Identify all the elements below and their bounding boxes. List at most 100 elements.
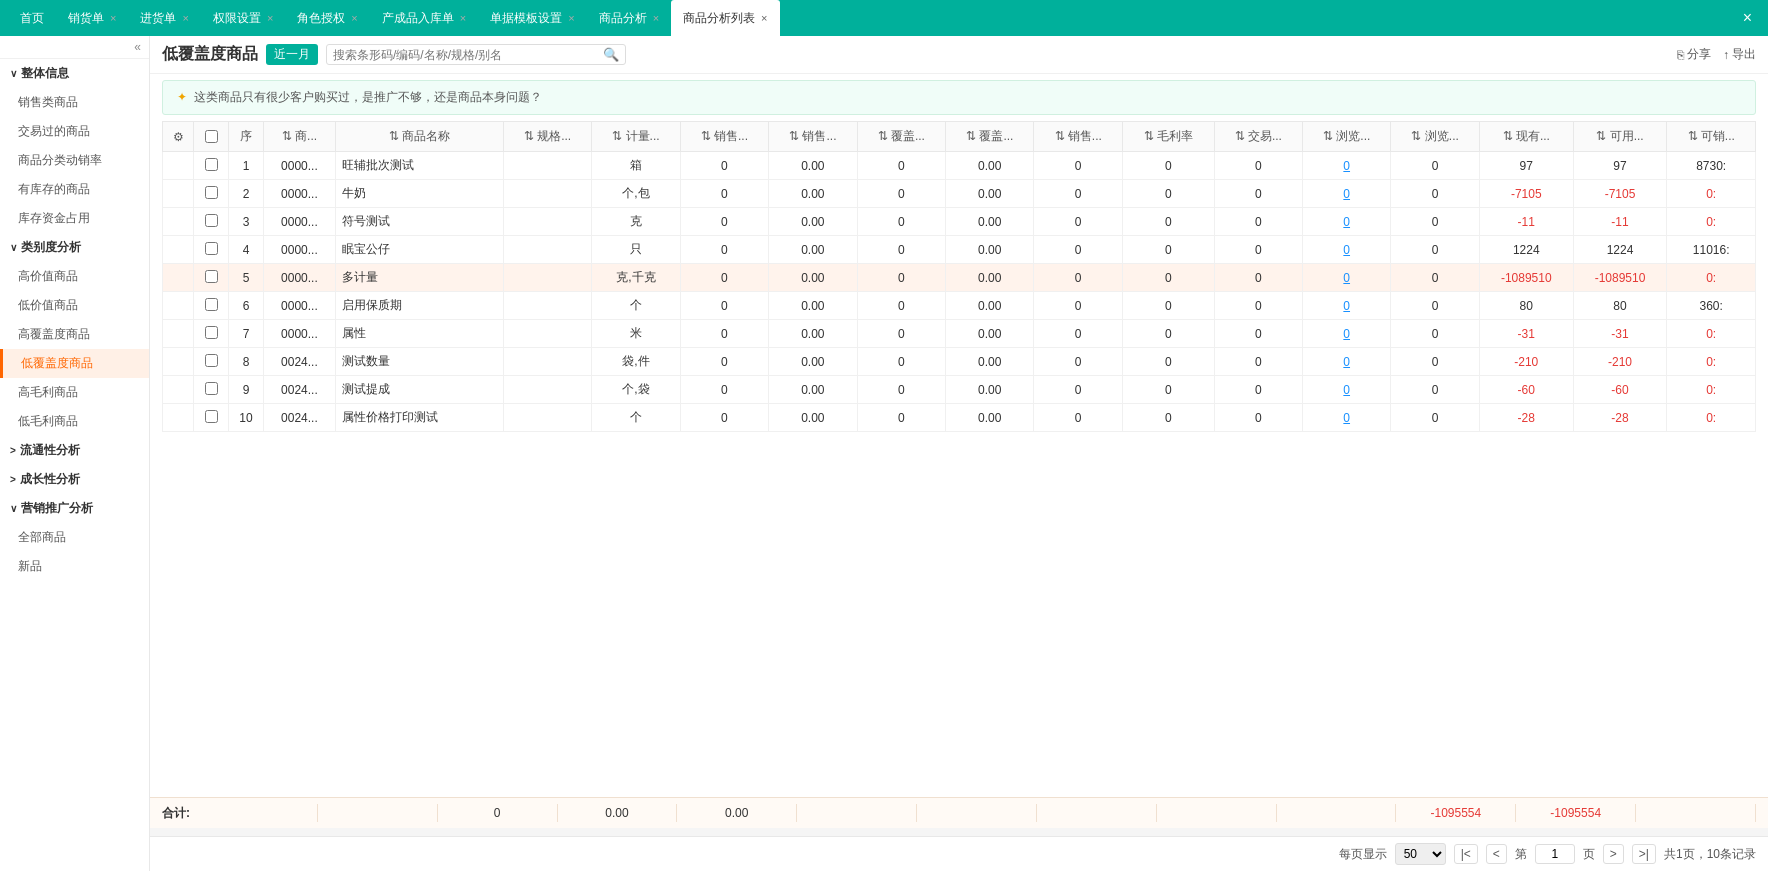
next-page-button[interactable]: >	[1603, 844, 1624, 864]
cell-checkbox[interactable]	[194, 376, 229, 404]
sidebar-section-flow[interactable]: > 流通性分析	[0, 436, 149, 465]
row-checkbox[interactable]	[205, 158, 218, 171]
row-checkbox[interactable]	[205, 186, 218, 199]
cell-b1[interactable]: 0	[1302, 348, 1390, 376]
cell-b1[interactable]: 0	[1302, 292, 1390, 320]
sidebar-collapse-button[interactable]: «	[0, 36, 149, 59]
nav-product-inbound[interactable]: 产成品入库单 ×	[370, 0, 478, 36]
col-unit-header[interactable]: ⇅ 计量...	[592, 122, 680, 152]
row-checkbox[interactable]	[205, 382, 218, 395]
close-icon[interactable]: ×	[761, 12, 767, 24]
sidebar-item-high-coverage[interactable]: 高覆盖度商品	[0, 320, 149, 349]
period-button[interactable]: 近一月	[266, 44, 318, 65]
col-code-header[interactable]: ⇅ 商...	[264, 122, 336, 152]
sidebar-section-overall[interactable]: ∨ 整体信息	[0, 59, 149, 88]
cell-b1[interactable]: 0	[1302, 264, 1390, 292]
cell-b1[interactable]: 0	[1302, 376, 1390, 404]
page-size-select[interactable]: 50 100 200	[1395, 843, 1446, 865]
close-all-button[interactable]: ×	[1735, 9, 1760, 27]
search-input[interactable]	[333, 48, 603, 62]
col-sales2-header[interactable]: ⇅ 销售...	[769, 122, 857, 152]
col-settings[interactable]: ⚙	[163, 122, 194, 152]
first-page-button[interactable]: |<	[1454, 844, 1478, 864]
cell-b1[interactable]: 0	[1302, 208, 1390, 236]
cell-checkbox[interactable]	[194, 180, 229, 208]
sidebar-item-traded-products[interactable]: 交易过的商品	[0, 117, 149, 146]
close-icon[interactable]: ×	[568, 12, 574, 24]
cell-checkbox[interactable]	[194, 404, 229, 432]
col-saleable-header[interactable]: ⇅ 可销...	[1667, 122, 1756, 152]
cell-name: 多计量	[335, 264, 503, 292]
col-browse1-header[interactable]: ⇅ 浏览...	[1302, 122, 1390, 152]
col-sales3-header[interactable]: ⇅ 销售...	[1034, 122, 1122, 152]
col-current-header[interactable]: ⇅ 现有...	[1479, 122, 1573, 152]
nav-product-analysis[interactable]: 商品分析 ×	[587, 0, 671, 36]
close-icon[interactable]: ×	[110, 12, 116, 24]
cell-b1[interactable]: 0	[1302, 180, 1390, 208]
col-cover2-header[interactable]: ⇅ 覆盖...	[946, 122, 1034, 152]
sidebar-item-new-products[interactable]: 新品	[0, 552, 149, 581]
sidebar-section-marketing[interactable]: ∨ 营销推广分析	[0, 494, 149, 523]
row-checkbox[interactable]	[205, 214, 218, 227]
cell-b1[interactable]: 0	[1302, 236, 1390, 264]
sidebar-item-low-gross[interactable]: 低毛利商品	[0, 407, 149, 436]
nav-permission[interactable]: 权限设置 ×	[201, 0, 285, 36]
sidebar-section-category[interactable]: ∨ 类别度分析	[0, 233, 149, 262]
cell-checkbox[interactable]	[194, 236, 229, 264]
cell-checkbox[interactable]	[194, 320, 229, 348]
sidebar-item-all-products[interactable]: 全部商品	[0, 523, 149, 552]
sidebar-item-category-rate[interactable]: 商品分类动销率	[0, 146, 149, 175]
sidebar-section-growth[interactable]: > 成长性分析	[0, 465, 149, 494]
col-trans-header[interactable]: ⇅ 交易...	[1214, 122, 1302, 152]
cell-sale: 0:	[1667, 208, 1756, 236]
col-spec-header[interactable]: ⇅ 规格...	[503, 122, 591, 152]
close-icon[interactable]: ×	[182, 12, 188, 24]
close-icon[interactable]: ×	[460, 12, 466, 24]
select-all-checkbox[interactable]	[205, 130, 218, 143]
nav-role[interactable]: 角色授权 ×	[285, 0, 369, 36]
share-button[interactable]: ⎘ 分享	[1677, 46, 1711, 63]
col-gross-header[interactable]: ⇅ 毛利率	[1122, 122, 1214, 152]
export-button[interactable]: ↑ 导出	[1723, 46, 1756, 63]
col-sales1-header[interactable]: ⇅ 销售...	[680, 122, 768, 152]
col-cover1-header[interactable]: ⇅ 覆盖...	[857, 122, 945, 152]
cell-b1[interactable]: 0	[1302, 320, 1390, 348]
sidebar-item-low-coverage[interactable]: 低覆盖度商品	[0, 349, 149, 378]
row-checkbox[interactable]	[205, 270, 218, 283]
nav-sales[interactable]: 销货单 ×	[56, 0, 128, 36]
nav-purchase[interactable]: 进货单 ×	[128, 0, 200, 36]
horizontal-scrollbar[interactable]	[150, 828, 1768, 836]
cell-checkbox[interactable]	[194, 292, 229, 320]
cell-checkbox[interactable]	[194, 152, 229, 180]
sidebar-item-high-gross[interactable]: 高毛利商品	[0, 378, 149, 407]
last-page-button[interactable]: >|	[1632, 844, 1656, 864]
col-name-header[interactable]: ⇅ 商品名称	[335, 122, 503, 152]
close-icon[interactable]: ×	[653, 12, 659, 24]
nav-template[interactable]: 单据模板设置 ×	[478, 0, 586, 36]
cell-checkbox[interactable]	[194, 264, 229, 292]
sidebar-item-low-value[interactable]: 低价值商品	[0, 291, 149, 320]
cell-checkbox[interactable]	[194, 348, 229, 376]
close-icon[interactable]: ×	[267, 12, 273, 24]
cell-b1[interactable]: 0	[1302, 404, 1390, 432]
row-checkbox[interactable]	[205, 354, 218, 367]
sidebar-item-in-stock[interactable]: 有库存的商品	[0, 175, 149, 204]
prev-page-button[interactable]: <	[1486, 844, 1507, 864]
sidebar-item-sales-products[interactable]: 销售类商品	[0, 88, 149, 117]
close-icon[interactable]: ×	[351, 12, 357, 24]
col-browse2-header[interactable]: ⇅ 浏览...	[1391, 122, 1479, 152]
row-checkbox[interactable]	[205, 298, 218, 311]
cell-checkbox[interactable]	[194, 208, 229, 236]
row-checkbox[interactable]	[205, 242, 218, 255]
col-checkbox-header[interactable]	[194, 122, 229, 152]
sidebar-item-high-value[interactable]: 高价值商品	[0, 262, 149, 291]
row-checkbox[interactable]	[205, 326, 218, 339]
cell-gross: 0	[1122, 376, 1214, 404]
col-available-header[interactable]: ⇅ 可用...	[1573, 122, 1667, 152]
sidebar-item-capital[interactable]: 库存资金占用	[0, 204, 149, 233]
nav-product-analysis-list[interactable]: 商品分析列表 ×	[671, 0, 779, 36]
cell-b1[interactable]: 0	[1302, 152, 1390, 180]
nav-home[interactable]: 首页	[8, 0, 56, 36]
page-input[interactable]	[1535, 844, 1575, 864]
row-checkbox[interactable]	[205, 410, 218, 423]
